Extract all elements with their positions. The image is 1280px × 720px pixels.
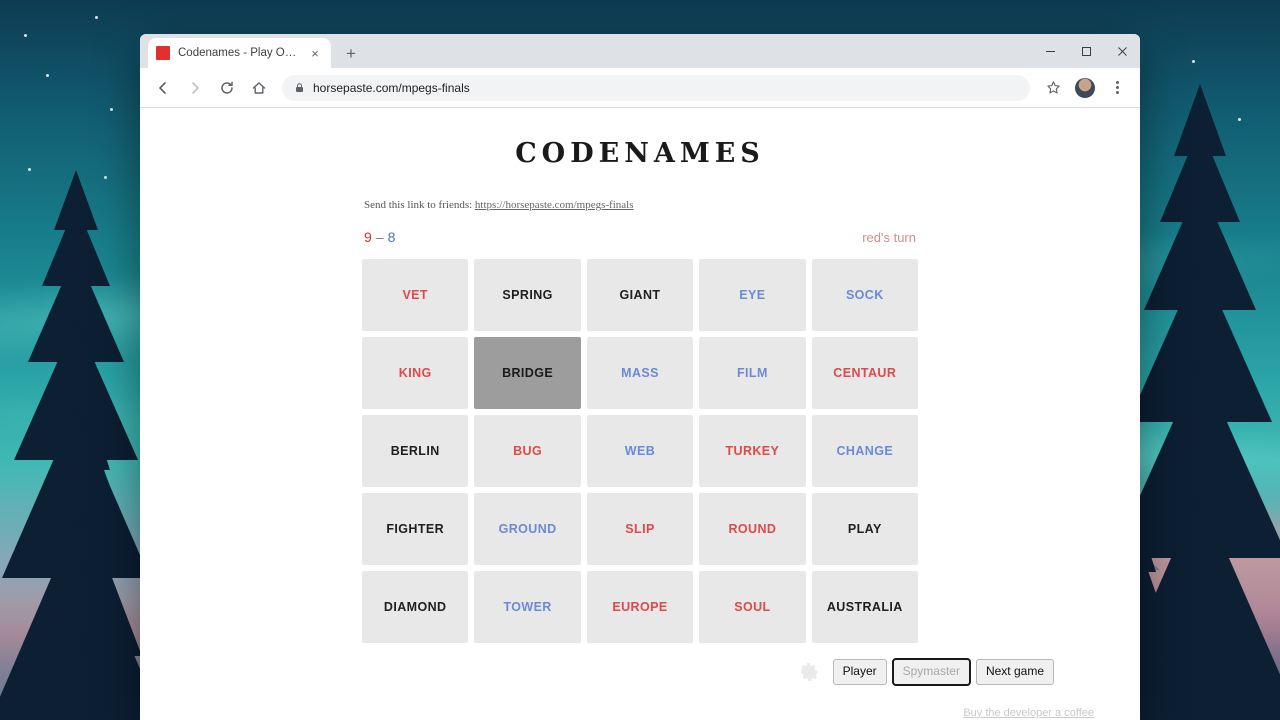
buy-coffee-link[interactable]: Buy the developer a coffee bbox=[963, 707, 1094, 719]
browser-window: Codenames - Play Online × + horsepaste.c… bbox=[140, 34, 1140, 720]
window-controls bbox=[1032, 34, 1140, 68]
board-card[interactable]: KING bbox=[362, 337, 469, 409]
maximize-button[interactable] bbox=[1068, 34, 1104, 68]
board-card[interactable]: GIANT bbox=[586, 259, 694, 331]
game-controls: Player Spymaster Next game bbox=[140, 658, 1140, 686]
browser-toolbar: horsepaste.com/mpegs-finals bbox=[140, 68, 1140, 108]
score-separator: – bbox=[375, 229, 384, 245]
footer: Buy the developer a coffee bbox=[140, 707, 1140, 719]
favicon-icon bbox=[156, 46, 170, 60]
board-card[interactable]: EUROPE bbox=[586, 571, 694, 643]
board-card[interactable]: FILM bbox=[699, 337, 806, 409]
board-card[interactable]: TURKEY bbox=[699, 415, 806, 487]
share-link-url[interactable]: https://horsepaste.com/mpegs-finals bbox=[475, 199, 634, 211]
board-card[interactable]: CHANGE bbox=[811, 415, 918, 487]
board-card[interactable]: SOCK bbox=[811, 259, 918, 331]
star bbox=[24, 34, 27, 37]
page-content: CODENAMES Send this link to friends: htt… bbox=[140, 108, 1140, 720]
star-icon[interactable] bbox=[1038, 73, 1068, 103]
next-game-button[interactable]: Next game bbox=[975, 659, 1054, 685]
star bbox=[1192, 60, 1195, 63]
three-dot-menu-icon[interactable] bbox=[1102, 73, 1132, 103]
close-window-button[interactable] bbox=[1104, 34, 1140, 68]
turn-indicator: red's turn bbox=[862, 229, 916, 245]
browser-tab[interactable]: Codenames - Play Online × bbox=[148, 38, 331, 68]
board-card[interactable]: TOWER bbox=[474, 571, 581, 643]
address-bar[interactable]: horsepaste.com/mpegs-finals bbox=[282, 74, 1030, 101]
board-card[interactable]: EYE bbox=[699, 259, 806, 331]
board-card[interactable]: BUG bbox=[474, 415, 581, 487]
board-card[interactable]: CENTAUR bbox=[811, 337, 918, 409]
board-card[interactable]: WEB bbox=[586, 415, 694, 487]
reload-icon[interactable] bbox=[212, 73, 242, 103]
url-text: horsepaste.com/mpegs-finals bbox=[313, 80, 470, 95]
share-link-label: Send this link to friends: bbox=[364, 199, 473, 211]
gear-icon[interactable] bbox=[800, 662, 819, 681]
board-card[interactable]: VET bbox=[362, 259, 469, 331]
share-link-row: Send this link to friends: https://horse… bbox=[140, 199, 1140, 211]
board-card[interactable]: ROUND bbox=[699, 493, 806, 565]
score-display: 9–8 bbox=[364, 229, 395, 245]
role-button-group: Player Spymaster Next game bbox=[832, 658, 1054, 686]
tab-title: Codenames - Play Online bbox=[178, 47, 299, 59]
board-card[interactable]: AUSTRALIA bbox=[811, 571, 918, 643]
player-button[interactable]: Player bbox=[832, 659, 887, 685]
board-card[interactable]: SOUL bbox=[699, 571, 806, 643]
score-bar: 9–8 red's turn bbox=[140, 229, 1140, 245]
board-card[interactable]: BRIDGE bbox=[474, 337, 581, 409]
board-card[interactable]: PLAY bbox=[811, 493, 918, 565]
board-card[interactable]: DIAMOND bbox=[362, 571, 469, 643]
star bbox=[46, 74, 49, 77]
board-card[interactable]: GROUND bbox=[474, 493, 581, 565]
browser-tab-strip: Codenames - Play Online × + bbox=[140, 34, 1140, 68]
page-title: CODENAMES bbox=[515, 138, 765, 169]
board-card[interactable]: FIGHTER bbox=[362, 493, 469, 565]
desktop-wallpaper: Codenames - Play Online × + horsepaste.c… bbox=[0, 0, 1280, 720]
codenames-board: VET SPRING GIANT EYE SOCK KING BRIDGE MASS FILM C… bbox=[362, 259, 918, 643]
red-score: 9 bbox=[364, 229, 372, 245]
minimize-button[interactable] bbox=[1032, 34, 1068, 68]
avatar[interactable] bbox=[1070, 73, 1100, 103]
forward-arrow-icon[interactable] bbox=[180, 73, 210, 103]
new-tab-button[interactable]: + bbox=[337, 39, 365, 67]
star bbox=[95, 16, 98, 19]
star bbox=[110, 108, 113, 111]
spymaster-button[interactable]: Spymaster bbox=[891, 658, 971, 686]
pine-tree bbox=[40, 426, 152, 720]
board-card[interactable]: SPRING bbox=[474, 259, 581, 331]
board-card[interactable]: BERLIN bbox=[362, 415, 469, 487]
back-arrow-icon[interactable] bbox=[148, 73, 178, 103]
lock-icon bbox=[294, 82, 305, 93]
blue-score: 8 bbox=[387, 229, 396, 245]
board-card[interactable]: MASS bbox=[586, 337, 694, 409]
home-icon[interactable] bbox=[244, 73, 274, 103]
close-tab-icon[interactable]: × bbox=[307, 45, 323, 61]
board-card[interactable]: SLIP bbox=[586, 493, 694, 565]
